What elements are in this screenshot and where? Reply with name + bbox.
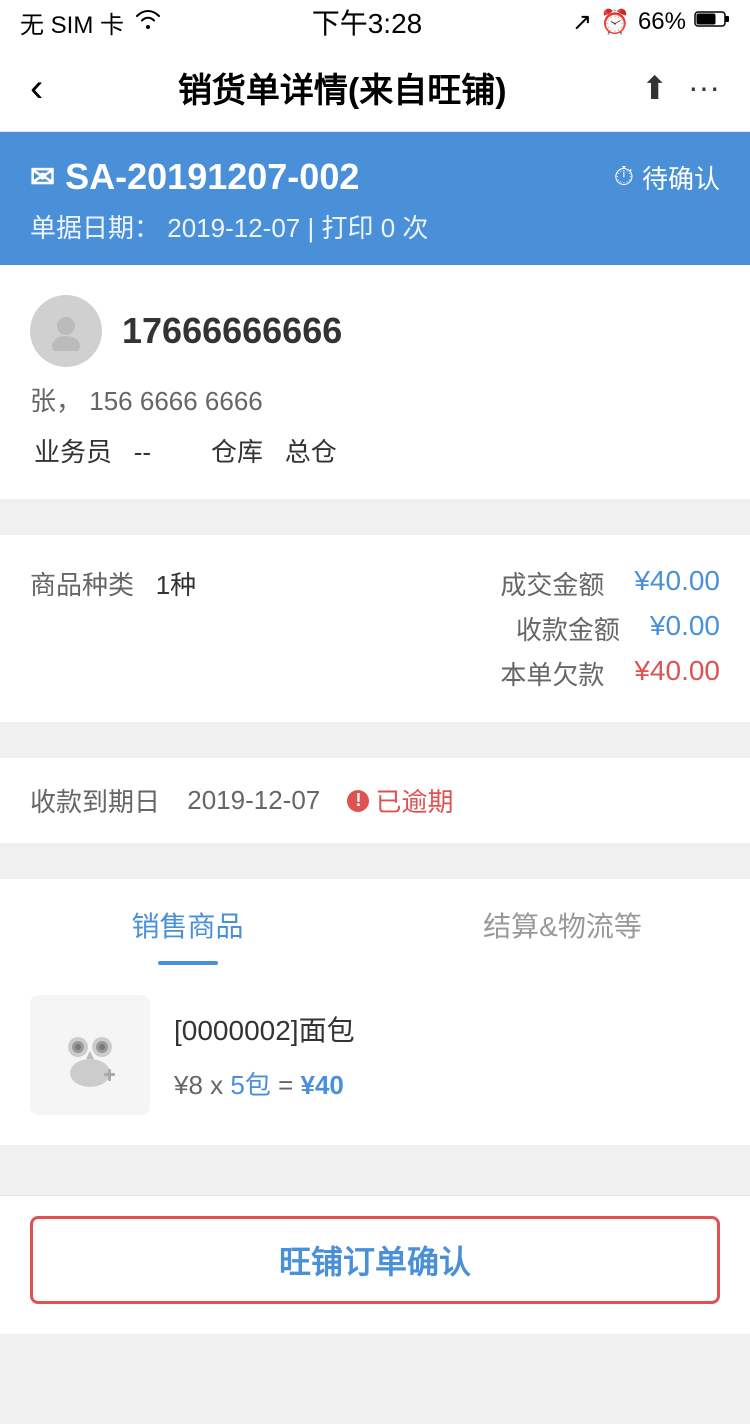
battery-text: 66% — [638, 8, 686, 36]
back-button[interactable]: ‹ — [30, 68, 43, 108]
location-icon: ↗ — [572, 8, 592, 37]
status-bar-right: ↗ ⏰ 66% — [572, 8, 730, 37]
battery-icon — [694, 8, 730, 36]
warehouse-row: 仓库 总仓 — [211, 432, 337, 469]
divider-1 — [0, 517, 750, 535]
avatar — [30, 295, 102, 367]
summary-card: 商品种类 1种 成交金额 ¥40.00 收款金额 ¥0.00 本单欠款 ¥40.… — [0, 535, 750, 722]
summary-right: 成交金额 ¥40.00 收款金额 ¥0.00 本单欠款 ¥40.00 — [500, 565, 720, 692]
tab-settlement[interactable]: 结算&物流等 — [375, 879, 750, 965]
print-unit: 次 — [402, 213, 428, 243]
customer-section: 17666666666 张， 156 6666 6666 业务员 -- 仓库 总… — [0, 265, 750, 499]
order-header-top: ✉ SA-20191207-002 ⏱ 待确认 — [30, 156, 720, 198]
order-id-text: SA-20191207-002 — [65, 156, 359, 198]
amount-label: 成交金额 — [500, 565, 604, 602]
print-count: 0 — [381, 213, 395, 243]
product-type-label: 商品种类 — [30, 570, 134, 600]
amount-value: ¥40.00 — [634, 565, 720, 602]
customer-name: 张， 156 6666 6666 — [30, 381, 720, 418]
due-date: 2019-12-07 — [187, 785, 320, 816]
order-separator: | — [307, 213, 321, 243]
sales-label: 业务员 — [34, 437, 112, 467]
product-thumbnail — [30, 995, 150, 1115]
owed-label: 本单欠款 — [500, 655, 604, 692]
sales-row: 业务员 -- — [34, 432, 151, 469]
status-bar: 无 SIM 卡 下午3:28 ↗ ⏰ 66% — [0, 0, 750, 44]
status-bar-time: 下午3:28 — [312, 2, 423, 42]
received-value: ¥0.00 — [650, 610, 720, 647]
product-price: ¥8 x 5包 = ¥40 — [174, 1065, 720, 1102]
product-item: [0000002]面包 ¥8 x 5包 = ¥40 — [0, 965, 750, 1146]
alarm-icon: ⏰ — [600, 8, 630, 37]
nav-bar-left: ‹ — [30, 68, 43, 108]
more-button[interactable]: ··· — [688, 69, 720, 106]
overdue-text: 已逾期 — [375, 782, 453, 819]
product-list: [0000002]面包 ¥8 x 5包 = ¥40 — [0, 965, 750, 1146]
nav-bar-right: ⬆ ··· — [641, 69, 720, 107]
confirm-button[interactable]: 旺铺订单确认 — [30, 1216, 720, 1304]
status-text: 待确认 — [642, 159, 720, 196]
order-icon: ✉ — [30, 160, 55, 195]
due-label: 收款到期日 — [30, 782, 160, 819]
wifi-icon — [134, 8, 162, 36]
customer-phone: 17666666666 — [122, 310, 342, 352]
order-meta: 单据日期： 2019-12-07 | 打印 0 次 — [30, 208, 720, 245]
summary-section: 商品种类 1种 成交金额 ¥40.00 收款金额 ¥0.00 本单欠款 ¥40.… — [0, 535, 750, 722]
warehouse-label: 仓库 — [211, 437, 263, 467]
customer-meta: 业务员 -- 仓库 总仓 — [30, 432, 720, 469]
overdue-badge: ! 已逾期 — [347, 782, 453, 819]
status-badge: ⏱ 待确认 — [614, 159, 720, 196]
product-type-row: 商品种类 1种 — [30, 565, 196, 602]
equals-sign: = — [278, 1070, 300, 1100]
customer-top: 17666666666 — [30, 295, 720, 367]
multiply-sign: x — [210, 1070, 230, 1100]
received-row: 收款金额 ¥0.00 — [516, 610, 720, 647]
status-bar-left: 无 SIM 卡 — [20, 5, 162, 40]
owed-row: 本单欠款 ¥40.00 — [500, 655, 720, 692]
tab-sales-products[interactable]: 销售商品 — [0, 879, 375, 965]
share-button[interactable]: ⬆ — [641, 69, 668, 107]
tab-sales-label: 销售商品 — [131, 911, 243, 942]
print-label: 打印 — [321, 213, 373, 243]
sales-value: -- — [134, 437, 151, 467]
price-value: ¥8 — [174, 1070, 203, 1100]
page-title: 销货单详情(来自旺铺) — [178, 63, 507, 112]
sim-text: 无 SIM 卡 — [20, 5, 124, 40]
order-id: ✉ SA-20191207-002 — [30, 156, 359, 198]
amount-row: 成交金额 ¥40.00 — [500, 565, 720, 602]
order-date-label: 单据日期： — [30, 213, 160, 243]
qty-value: 5包 — [230, 1070, 270, 1100]
order-date: 2019-12-07 — [167, 213, 300, 243]
divider-3 — [0, 861, 750, 879]
tabs: 销售商品 结算&物流等 — [0, 879, 750, 965]
summary-left: 商品种类 1种 — [30, 565, 196, 602]
overdue-icon: ! — [347, 790, 369, 812]
bottom-bar: 旺铺订单确认 — [0, 1195, 750, 1334]
product-type-value: 1种 — [156, 570, 196, 600]
due-section: 收款到期日 2019-12-07 ! 已逾期 — [0, 758, 750, 843]
status-icon: ⏱ — [614, 161, 634, 193]
order-header-card: ✉ SA-20191207-002 ⏱ 待确认 单据日期： 2019-12-07… — [0, 132, 750, 265]
tab-settlement-label: 结算&物流等 — [483, 911, 642, 942]
warehouse-value: 总仓 — [285, 437, 337, 467]
total-value: ¥40 — [301, 1070, 344, 1100]
nav-bar: ‹ 销货单详情(来自旺铺) ⬆ ··· — [0, 44, 750, 132]
divider-2 — [0, 740, 750, 758]
product-info: [0000002]面包 ¥8 x 5包 = ¥40 — [174, 1009, 720, 1102]
customer-card: 17666666666 张， 156 6666 6666 业务员 -- 仓库 总… — [0, 265, 750, 499]
received-label: 收款金额 — [516, 610, 620, 647]
product-name: [0000002]面包 — [174, 1009, 720, 1049]
owed-value: ¥40.00 — [634, 655, 720, 692]
